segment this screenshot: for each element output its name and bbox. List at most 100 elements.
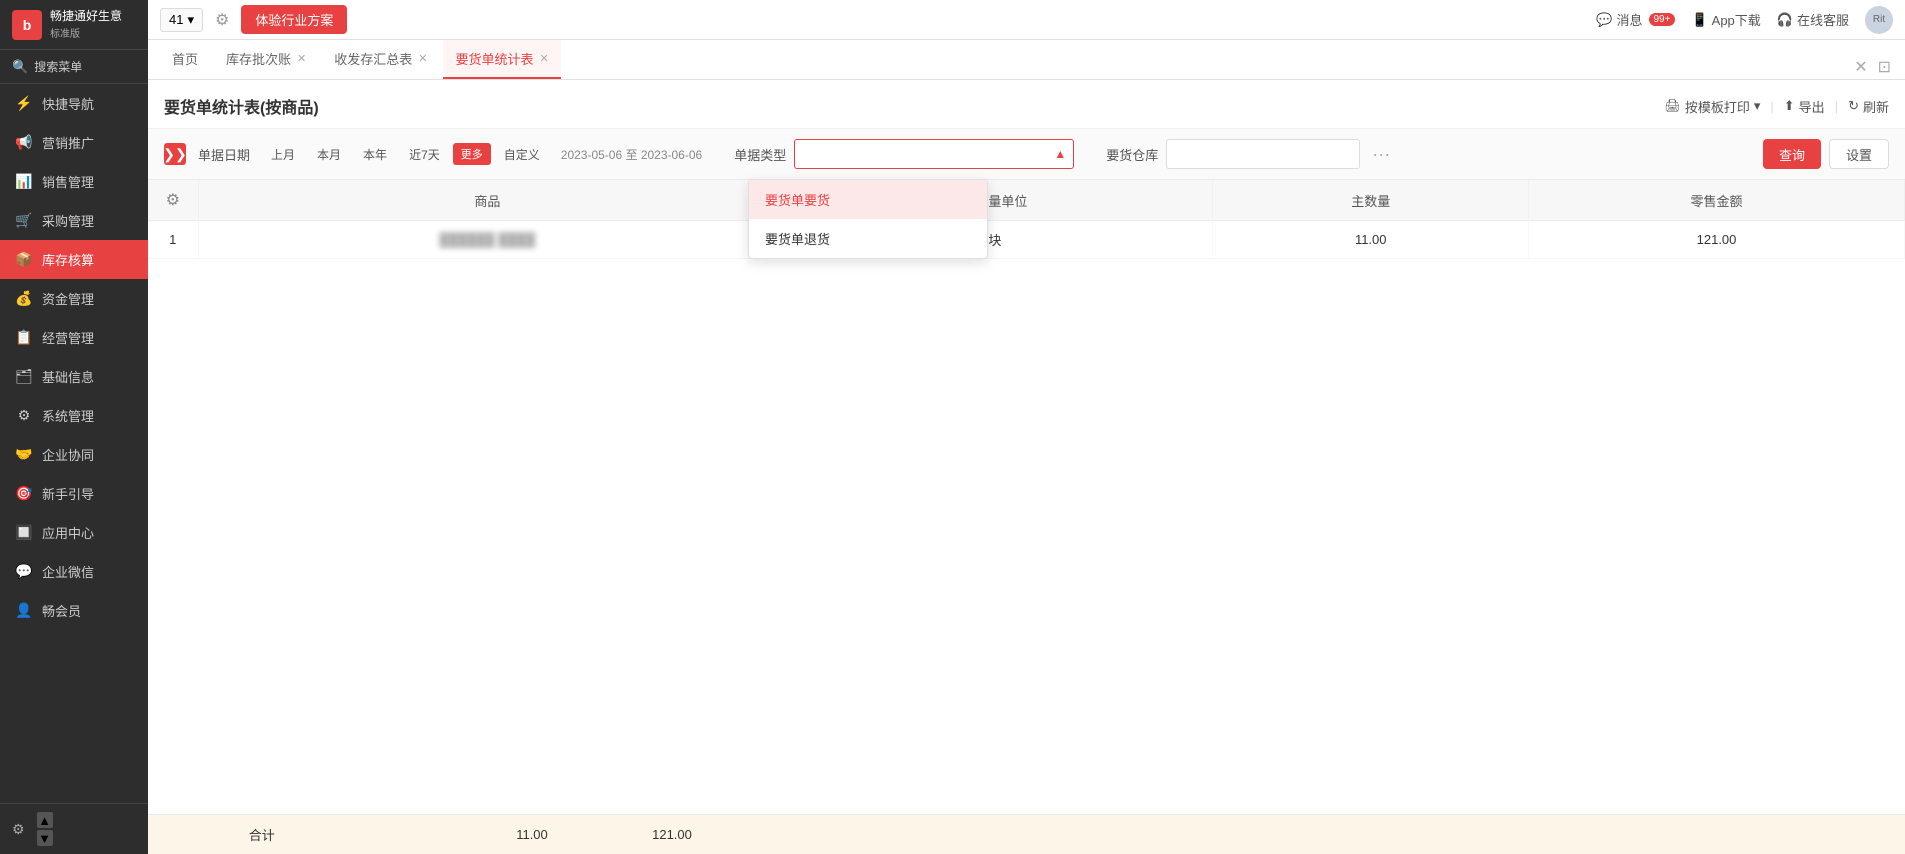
message-icon: 💬: [1596, 12, 1612, 28]
sidebar-item-quick-nav[interactable]: ⚡ 快捷导航: [0, 84, 148, 123]
warehouse-filter-label: 要货仓库: [1106, 145, 1158, 164]
sidebar-item-operations[interactable]: 📋 经营管理: [0, 318, 148, 357]
app-center-icon: 🔲: [14, 524, 34, 541]
quick-nav-icon: ⚡: [14, 95, 34, 112]
sidebar-item-marketing[interactable]: 📢 营销推广: [0, 123, 148, 162]
sidebar-item-base-info[interactable]: 🗂 基础信息: [0, 357, 148, 396]
online-service-button[interactable]: 🎧 在线客服: [1777, 10, 1849, 29]
tab-close-receivables-summary[interactable]: ✕: [418, 52, 427, 65]
scroll-down-btn[interactable]: ▼: [37, 830, 53, 846]
type-select-input[interactable]: [794, 139, 1074, 169]
sidebar-search[interactable]: 🔍 搜索菜单: [0, 50, 148, 84]
sidebar-item-inventory[interactable]: 📦 库存核算: [0, 240, 148, 279]
app-download-button[interactable]: 📱 App下载: [1691, 10, 1760, 29]
user-avatar[interactable]: Rit: [1865, 6, 1893, 34]
sidebar-item-guide[interactable]: 🎯 新手引导: [0, 474, 148, 513]
this-month-btn[interactable]: 本月: [308, 142, 350, 167]
tab-home[interactable]: 首页: [160, 40, 210, 79]
sidebar-item-finance[interactable]: 💰 资金管理: [0, 279, 148, 318]
filter-expand-button[interactable]: ❯❯: [164, 143, 186, 165]
print-icon: 🖨: [1664, 98, 1681, 114]
table-row: 1 ██████ ████ 块 11.00 121.00: [148, 221, 1905, 259]
date-range-display: 2023-05-06 至 2023-06-06: [561, 146, 702, 163]
sidebar-logo: b 畅捷通好生意 标准版: [0, 0, 148, 50]
sidebar-item-sales[interactable]: 📊 销售管理: [0, 162, 148, 201]
more-dates-btn[interactable]: 更多: [453, 143, 491, 165]
tab-close-requisition-summary[interactable]: ✕: [540, 52, 549, 65]
settings-gear-icon[interactable]: ⚙: [12, 821, 25, 838]
sidebar-item-cooperation[interactable]: 🤝 企业协同: [0, 435, 148, 474]
close-window-icon[interactable]: ✕: [1852, 55, 1869, 79]
sidebar-search-label: 搜索菜单: [34, 58, 82, 75]
message-badge: 99+: [1649, 13, 1676, 26]
sidebar-item-system[interactable]: ⚙ 系统管理: [0, 396, 148, 435]
query-button[interactable]: 查询: [1763, 139, 1821, 169]
app-logo-icon: b: [12, 10, 42, 40]
company-selector-value: 41: [169, 12, 183, 27]
company-selector[interactable]: 41 ▾: [160, 8, 203, 32]
message-label: 消息: [1616, 10, 1642, 29]
sidebar-item-membership[interactable]: 👤 畅会员: [0, 591, 148, 630]
table-settings-icon[interactable]: ⚙: [166, 192, 180, 209]
main-area: 41 ▾ ⚙ 体验行业方案 💬 消息 99+ 📱 App下载 🎧 在线客服 Ri…: [148, 0, 1905, 854]
chevron-down-icon: ▾: [187, 12, 194, 28]
scroll-up-btn[interactable]: ▲: [37, 812, 53, 828]
tab-inventory-batch[interactable]: 库存批次账✕: [214, 40, 318, 79]
type-filter-group: 单据类型 ▲: [734, 139, 1074, 169]
sidebar-item-label-base-info: 基础信息: [42, 367, 94, 386]
sidebar-item-label-marketing: 营销推广: [42, 133, 94, 152]
custom-date-btn[interactable]: 自定义: [495, 142, 549, 167]
refresh-icon: ↻: [1848, 98, 1859, 114]
page-title: 要货单统计表(按商品): [164, 94, 319, 118]
sidebar-item-label-system: 系统管理: [42, 406, 94, 425]
guide-icon: 🎯: [14, 485, 34, 502]
cell-qty-0: 11.00: [1213, 221, 1529, 259]
sidebar-item-purchase[interactable]: 🛒 采购管理: [0, 201, 148, 240]
this-year-btn[interactable]: 本年: [354, 142, 396, 167]
search-icon: 🔍: [12, 59, 28, 75]
date-filter-label: 单据日期: [198, 145, 250, 164]
export-icon: ⬆: [1784, 98, 1795, 114]
sidebar-item-label-operations: 经营管理: [42, 328, 94, 347]
wechat-icon: 💬: [14, 563, 34, 580]
filter-more-icon[interactable]: ···: [1372, 144, 1390, 165]
topbar-settings-icon[interactable]: ⚙: [215, 10, 229, 30]
tab-requisition-summary[interactable]: 要货单统计表 ✕: [443, 40, 560, 79]
filter-bar: ❯❯ 单据日期 上月 本月 本年 近7天 更多 自定义 2023-05-06 至…: [148, 129, 1905, 180]
footer-qty: 11.00: [482, 827, 582, 842]
tab-receivables-summary[interactable]: 收发存汇总表✕: [322, 40, 439, 79]
dropdown-item-requisition-return[interactable]: 要货单退货: [749, 219, 987, 258]
print-template-button[interactable]: 🖨 按模板打印 ▾: [1664, 97, 1760, 116]
purchase-icon: 🛒: [14, 212, 34, 229]
messages-button[interactable]: 💬 消息 99+: [1596, 10, 1675, 29]
last-month-btn[interactable]: 上月: [262, 142, 304, 167]
topbar-right: 💬 消息 99+ 📱 App下载 🎧 在线客服 Rit: [1596, 6, 1893, 34]
type-filter-label: 单据类型: [734, 145, 786, 164]
warehouse-filter-input[interactable]: [1166, 139, 1360, 169]
dropdown-item-requisition-order[interactable]: 要货单要货: [749, 180, 987, 219]
settings-button[interactable]: 设置: [1829, 139, 1889, 169]
cell-amount-0: 121.00: [1529, 221, 1905, 259]
tab-label-home: 首页: [172, 49, 198, 68]
sidebar: b 畅捷通好生意 标准版 🔍 搜索菜单 ⚡ 快捷导航 📢 营销推广 📊 销售管理…: [0, 0, 148, 854]
sidebar-item-wechat[interactable]: 💬 企业微信: [0, 552, 148, 591]
tab-close-inventory-batch[interactable]: ✕: [297, 52, 306, 65]
finance-icon: 💰: [14, 290, 34, 307]
export-button[interactable]: ⬆ 导出: [1784, 97, 1825, 116]
sidebar-item-app-center[interactable]: 🔲 应用中心: [0, 513, 148, 552]
marketing-icon: 📢: [14, 134, 34, 151]
type-dropdown: 要货单要货 要货单退货: [748, 179, 988, 259]
membership-icon: 👤: [14, 602, 34, 619]
maximize-window-icon[interactable]: ⊡: [1876, 55, 1893, 79]
tab-label-requisition-summary: 要货单统计表: [455, 49, 533, 68]
col-amount: 零售金额: [1529, 180, 1905, 221]
headset-icon: 🎧: [1777, 12, 1793, 28]
trial-button[interactable]: 体验行业方案: [241, 5, 347, 34]
inventory-icon: 📦: [14, 251, 34, 268]
refresh-button[interactable]: ↻ 刷新: [1848, 97, 1889, 116]
last-7-days-btn[interactable]: 近7天: [400, 142, 449, 167]
avatar-initials: Rit: [1865, 6, 1893, 34]
col-settings[interactable]: ⚙: [148, 180, 198, 221]
table-container: ⚙ 商品 主计量单位 主数量 零售金额 1 ██████ ████ 块 11.0…: [148, 180, 1905, 814]
page-header: 要货单统计表(按商品) 🖨 按模板打印 ▾ | ⬆ 导出 | ↻ 刷新: [148, 80, 1905, 129]
